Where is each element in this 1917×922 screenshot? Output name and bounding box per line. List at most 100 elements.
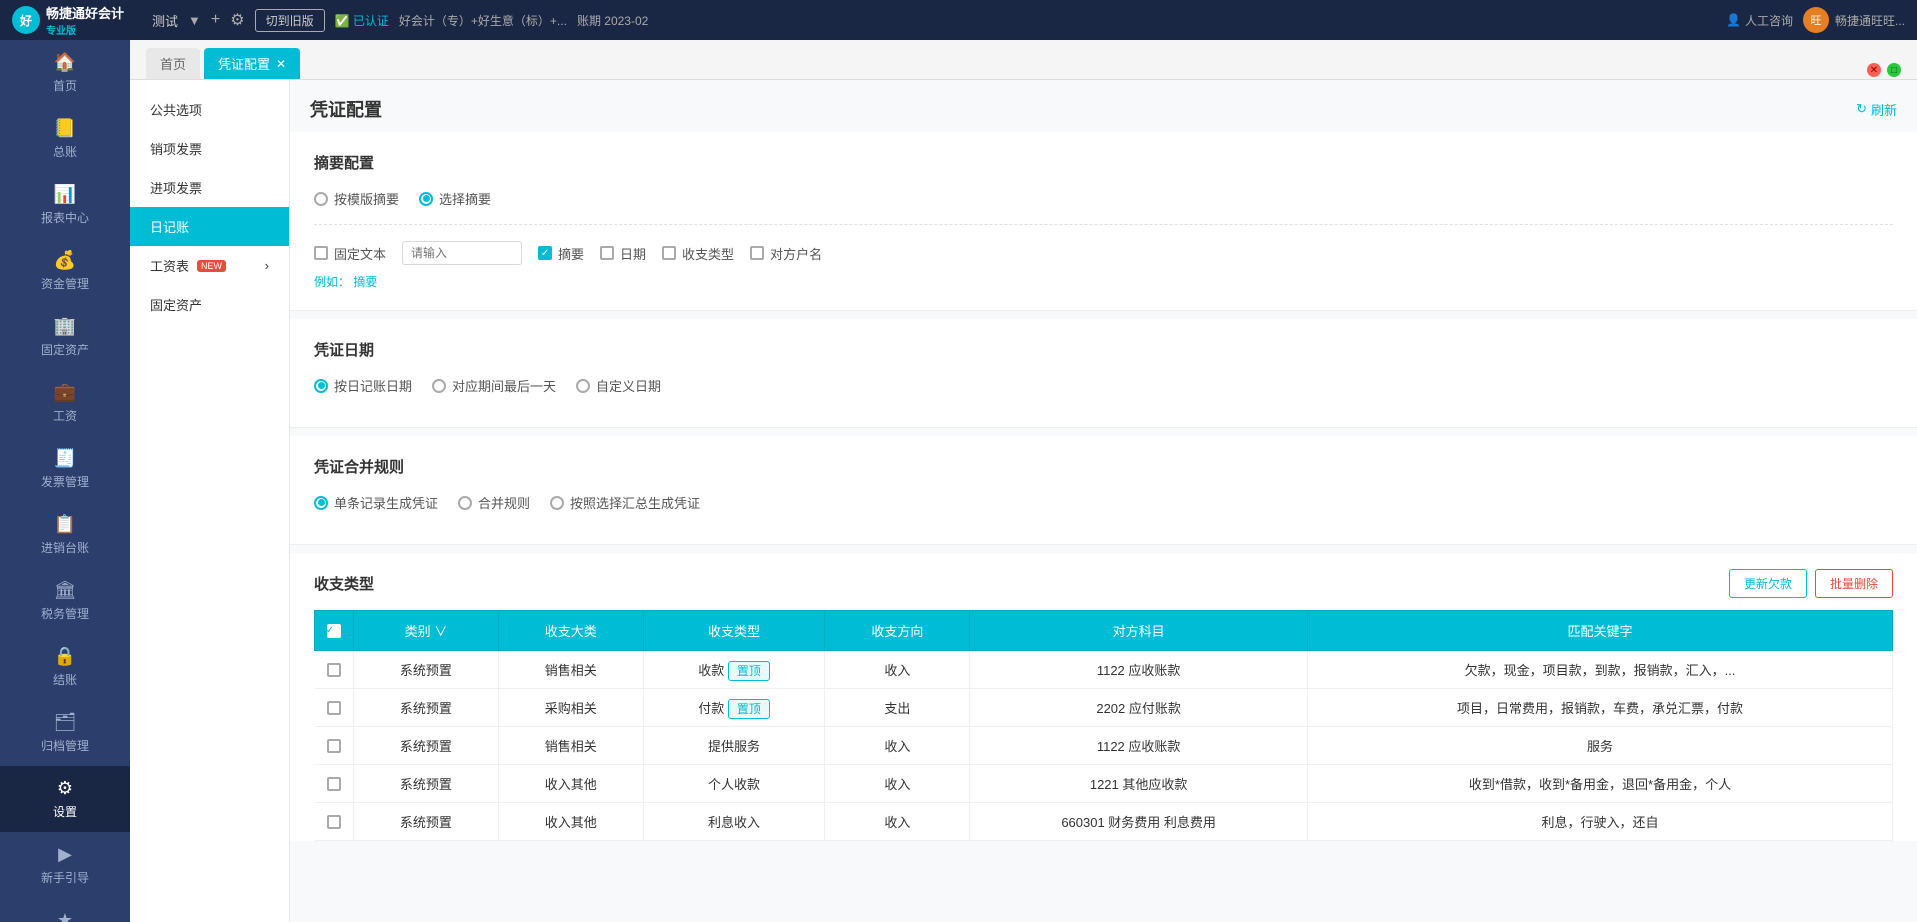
home-icon: 🏠 [54, 52, 76, 73]
row5-checkbox[interactable] [327, 815, 342, 829]
reset-tag-1[interactable]: 置顶 [728, 661, 770, 681]
sidebar-item-archive[interactable]: 🗂 归档管理 [0, 700, 130, 766]
help-icon: 👤 [1726, 13, 1741, 27]
row4-direction: 收入 [825, 765, 970, 803]
sidebar-item-settings[interactable]: ⚙ 设置 [0, 766, 130, 832]
archive-icon: 🗂 [54, 712, 77, 733]
row4-account: 1221 其他应收款 [970, 765, 1308, 803]
checkbox-date[interactable]: 日期 [600, 244, 646, 263]
row2-category: 系统预置 [354, 689, 499, 727]
row1-major: 销售相关 [498, 651, 643, 689]
close-book-icon: 🔒 [54, 646, 76, 667]
company-dropdown-icon[interactable]: ▼ [188, 13, 201, 28]
row1-category: 系统预置 [354, 651, 499, 689]
sidebar-item-ledger[interactable]: 📒 总账 [0, 106, 130, 172]
help-button[interactable]: 👤 人工咨询 [1726, 12, 1793, 29]
tab-home[interactable]: 首页 [146, 48, 200, 79]
divider-1 [314, 224, 1893, 225]
row3-direction: 收入 [825, 727, 970, 765]
tab-voucher-config[interactable]: 凭证配置 ✕ [204, 48, 300, 79]
table-row: 系统预置 采购相关 付款 置顶 支出 2202 应付账款 项目，日常费用，报销款… [315, 689, 1893, 727]
logo-text: 畅捷通好会计 [46, 3, 124, 22]
update-button[interactable]: 更新欠款 [1729, 569, 1807, 598]
tab-close-icon[interactable]: ✕ [276, 57, 286, 71]
checkbox-income-type[interactable]: 收支类型 [662, 244, 734, 263]
fixed-text-input[interactable] [402, 241, 522, 265]
delete-button[interactable]: 批量删除 [1815, 569, 1893, 598]
sidebar-item-stock[interactable]: 📋 进销台账 [0, 502, 130, 568]
checkbox-summary[interactable]: 摘要 [538, 244, 584, 263]
window-close-button[interactable]: ✕ [1867, 63, 1881, 77]
sidebar-item-guide[interactable]: ▶ 新手引导 [0, 832, 130, 898]
user-menu[interactable]: 旺 畅捷通旺旺... [1803, 7, 1905, 33]
row2-checkbox[interactable] [327, 701, 342, 715]
left-nav-fixed-assets[interactable]: 固定资产 [130, 285, 289, 324]
radio-template-summary[interactable]: 按模版摘要 [314, 189, 399, 208]
th-direction: 收支方向 [825, 611, 970, 651]
content-area: 首页 凭证配置 ✕ ✕ □ 公共选项 销项发票 [130, 40, 1917, 922]
sidebar-item-tax[interactable]: 🏛 税务管理 [0, 568, 130, 634]
radio-single-circle [314, 496, 328, 510]
reset-tag-2[interactable]: 置顶 [728, 699, 770, 719]
row2-keywords: 项目，日常费用，报销款，车费，承兑汇票，付款 [1308, 689, 1893, 727]
left-nav-payroll[interactable]: 工资表 NEW › [130, 246, 289, 285]
row5-direction: 收入 [825, 803, 970, 841]
row1-check [315, 651, 354, 689]
settings-icon[interactable]: ⚙ [230, 10, 244, 30]
row1-type: 收款 置顶 [643, 651, 825, 689]
left-nav: 公共选项 销项发票 进项发票 日记账 工资表 NEW › [130, 80, 290, 922]
income-expense-section: 收支类型 更新欠款 批量删除 ✓ [290, 553, 1917, 841]
guide-icon: ▶ [58, 844, 72, 865]
left-nav-public[interactable]: 公共选项 [130, 90, 289, 129]
switch-version-button[interactable]: 切到旧版 [255, 9, 325, 32]
cb-counterpart [750, 246, 764, 260]
radio-summary-generate[interactable]: 按照选择汇总生成凭证 [550, 493, 700, 512]
sidebar-item-member[interactable]: ★ 畅会员 [0, 898, 130, 922]
row3-category: 系统预置 [354, 727, 499, 765]
radio-single-record[interactable]: 单条记录生成凭证 [314, 493, 438, 512]
radio-custom-date[interactable]: 自定义日期 [576, 376, 661, 395]
window-max-button[interactable]: □ [1887, 63, 1901, 77]
add-icon[interactable]: + [211, 11, 220, 29]
sidebar-item-invoice[interactable]: 🧾 发票管理 [0, 436, 130, 502]
cb-income-type [662, 246, 676, 260]
left-nav-purchase-invoice[interactable]: 进项发票 [130, 168, 289, 207]
row4-category: 系统预置 [354, 765, 499, 803]
row4-checkbox[interactable] [327, 777, 342, 791]
status-label: 已认证 [353, 14, 389, 28]
sidebar-label-guide: 新手引导 [41, 869, 89, 886]
merge-section: 凭证合并规则 单条记录生成凭证 合并规则 按照选择汇总生成凭证 [290, 436, 1917, 545]
radio-period-last[interactable]: 对应期间最后一天 [432, 376, 556, 395]
sidebar-label-home: 首页 [53, 77, 77, 94]
main-layout: 🏠 首页 📒 总账 📊 报表中心 💰 资金管理 🏢 固定资产 💼 工资 🧾 发票… [0, 40, 1917, 922]
sidebar-item-close[interactable]: 🔒 结账 [0, 634, 130, 700]
select-all-checkbox[interactable]: ✓ [327, 624, 341, 638]
income-expense-table: ✓ 类别 ∨ 收支大类 收支类型 收支方向 对方科目 匹配关键字 [314, 610, 1893, 841]
row1-checkbox[interactable] [327, 663, 342, 677]
radio-select-summary[interactable]: 选择摘要 [419, 189, 491, 208]
row5-account: 660301 财务费用 利息费用 [970, 803, 1308, 841]
main-panel: 凭证配置 ↻ 刷新 摘要配置 按模版摘要 [290, 80, 1917, 922]
refresh-button[interactable]: ↻ 刷新 [1856, 100, 1897, 119]
radio-period-circle [432, 379, 446, 393]
row4-keywords: 收到*借款，收到*备用金，退回*备用金，个人 [1308, 765, 1893, 803]
sidebar-item-salary[interactable]: 💼 工资 [0, 370, 130, 436]
row3-account: 1122 应收账款 [970, 727, 1308, 765]
cert-icon: ✅ [335, 14, 350, 28]
radio-journal-date[interactable]: 按日记账日期 [314, 376, 412, 395]
left-nav-sales-invoice[interactable]: 销项发票 [130, 129, 289, 168]
sidebar-label-funds: 资金管理 [41, 275, 89, 292]
row3-checkbox[interactable] [327, 739, 342, 753]
checkbox-fixed-text[interactable]: 固定文本 [314, 244, 386, 263]
sidebar-item-reports[interactable]: 📊 报表中心 [0, 172, 130, 238]
checkbox-counterpart[interactable]: 对方户名 [750, 244, 822, 263]
sidebar-item-assets[interactable]: 🏢 固定资产 [0, 304, 130, 370]
sidebar-item-home[interactable]: 🏠 首页 [0, 40, 130, 106]
logo: 好 畅捷通好会计 专业版 [12, 3, 142, 37]
company-name: 测试 [152, 11, 178, 30]
sidebar-item-funds[interactable]: 💰 资金管理 [0, 238, 130, 304]
merge-title: 凭证合并规则 [314, 456, 1893, 477]
radio-merge-rule[interactable]: 合并规则 [458, 493, 530, 512]
sidebar-label-ledger: 总账 [53, 143, 77, 160]
left-nav-journal[interactable]: 日记账 [130, 207, 289, 246]
